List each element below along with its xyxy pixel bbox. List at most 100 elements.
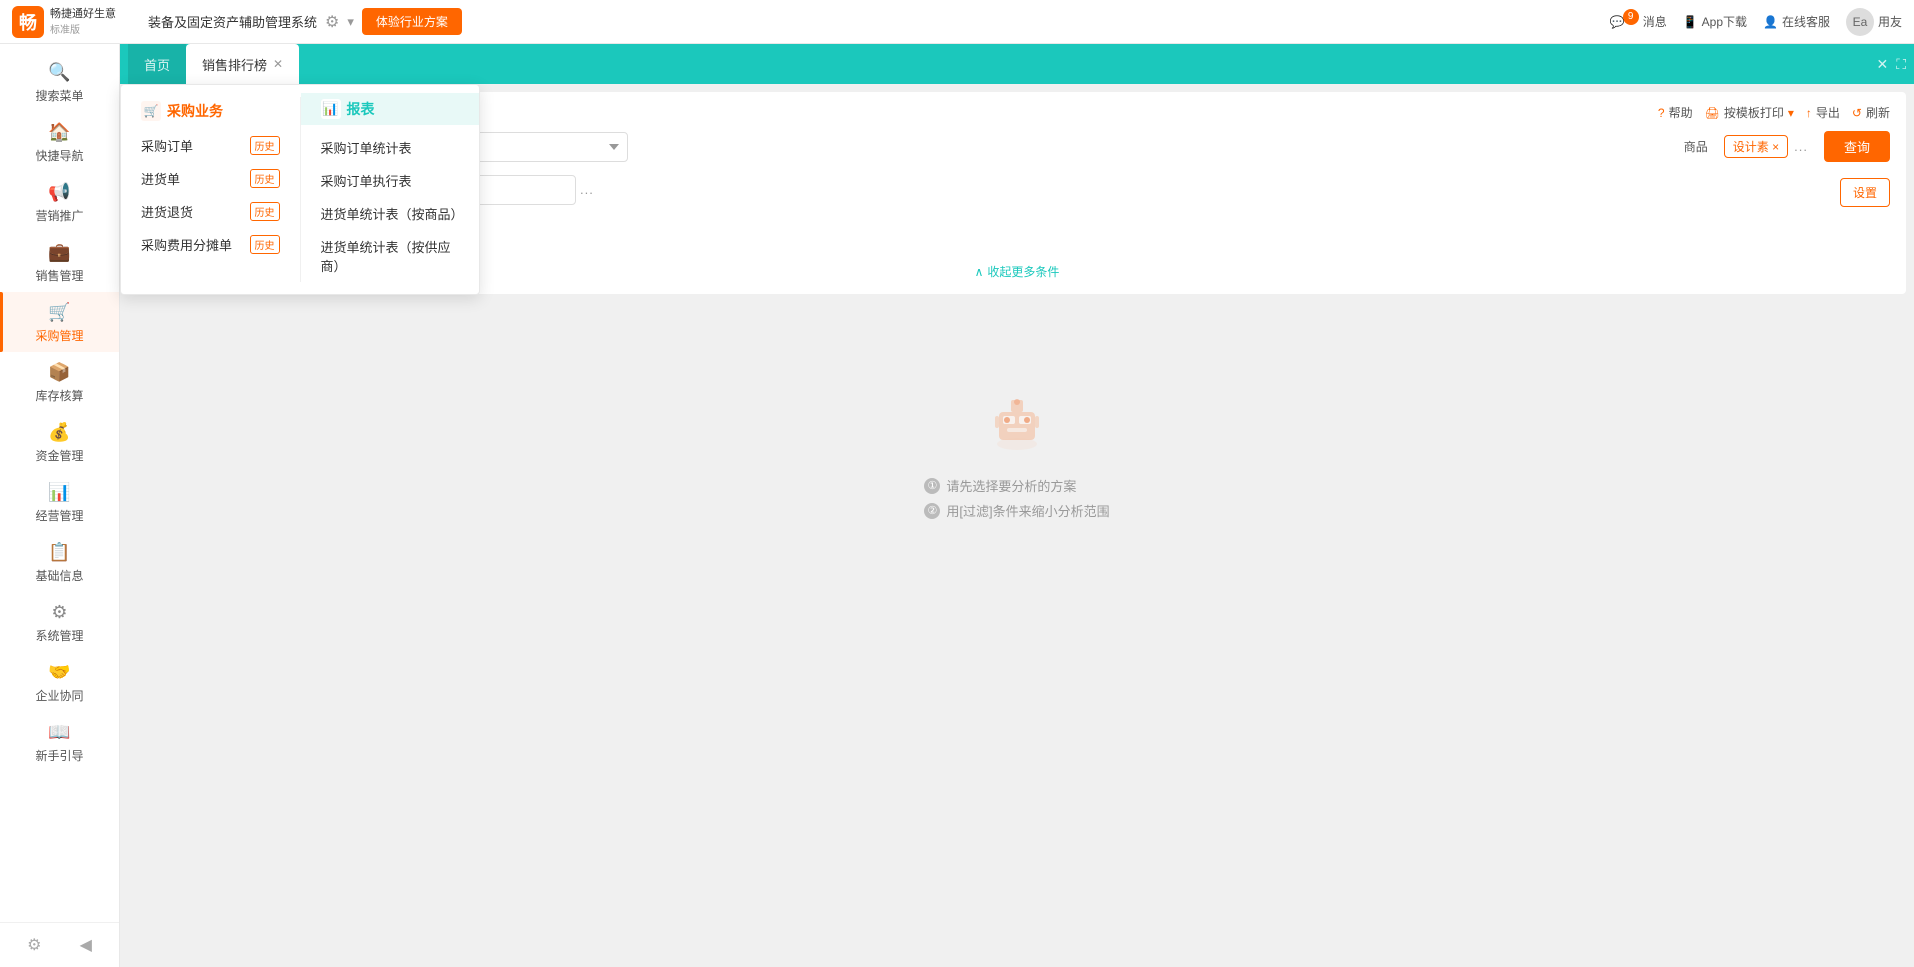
purchase-fee-history-tag: 历史 [250, 235, 280, 254]
topbar-dropdown-arrow[interactable]: ▾ [347, 14, 354, 30]
tab-controls: ✕ ⛶ [1876, 56, 1906, 73]
sidebar-label-operation: 经营管理 [35, 507, 83, 524]
goods-more-dots[interactable]: ... [1794, 139, 1808, 154]
sidebar-item-operation[interactable]: 📊 经营管理 [0, 472, 119, 532]
app-download-item[interactable]: 📱 App下载 [1683, 13, 1747, 30]
sidebar-bottom: ⚙ ◀ [0, 922, 119, 967]
salesperson-more-dots[interactable]: ... [580, 182, 594, 197]
purchase-section-header: 🛒 采购业务 [133, 97, 288, 129]
goods-label: 商品 [1684, 138, 1708, 155]
collapse-sidebar-icon[interactable]: ◀ [80, 935, 92, 955]
sidebar-item-quick-nav[interactable]: 🏠 快捷导航 [0, 112, 119, 172]
empty-tip-1: ① 请先选择要分析的方案 [924, 476, 1109, 495]
purchase-order-stats-label: 采购订单统计表 [321, 138, 412, 157]
purchase-icon: 🛒 [48, 302, 70, 323]
logo-sub: 标准版 [50, 21, 116, 36]
purchase-fee-label: 采购费用分摊单 [141, 235, 232, 254]
tab-close-window-icon[interactable]: ✕ [1876, 56, 1888, 73]
sidebar-item-system[interactable]: ⚙ 系统管理 [0, 592, 119, 652]
refresh-btn[interactable]: ↺ 刷新 [1852, 104, 1890, 121]
tab-expand-icon[interactable]: ⛶ [1896, 56, 1906, 73]
tab-home[interactable]: 首页 [128, 44, 186, 84]
purchase-menu-section: 🛒 采购业务 采购订单 历史 进货单 历史 进货退货 历史 采购费用分摊单 历史 [121, 97, 300, 282]
sidebar-label-purchase: 采购管理 [35, 327, 83, 344]
print-icon: 🖨 [1705, 106, 1720, 120]
sidebar-item-marketing[interactable]: 📢 营销推广 [0, 172, 119, 232]
app-label: App下载 [1702, 13, 1747, 30]
guide-icon: 📖 [48, 722, 70, 743]
menu-item-purchase-fee[interactable]: 采购费用分摊单 历史 [133, 228, 288, 261]
sidebar-item-purchase[interactable]: 🛒 采购管理 [0, 292, 119, 352]
menu-item-receive-stats-supplier[interactable]: 进货单统计表（按供应商） [313, 230, 468, 282]
system-title: 装备及固定资产辅助管理系统 [148, 12, 317, 31]
menu-item-purchase-order-exec[interactable]: 采购订单执行表 [313, 164, 468, 197]
purchase-order-exec-label: 采购订单执行表 [321, 171, 412, 190]
print-btn[interactable]: 🖨 按模板打印 ▾ [1705, 104, 1794, 121]
empty-icon [977, 384, 1057, 464]
empty-state: ① 请先选择要分析的方案 ② 用[过滤]条件来缩小分析范围 [120, 302, 1914, 602]
receive-stats-supplier-label: 进货单统计表（按供应商） [321, 237, 460, 275]
sidebar-item-base-info[interactable]: 📋 基础信息 [0, 532, 119, 592]
sidebar-item-capital[interactable]: 💰 资金管理 [0, 412, 119, 472]
menu-item-purchase-order[interactable]: 采购订单 历史 [133, 129, 288, 162]
sidebar-label-inventory: 库存核算 [35, 387, 83, 404]
sidebar-label-base-info: 基础信息 [35, 567, 83, 584]
service-icon: 👤 [1763, 15, 1778, 29]
logo-area: 畅 畅捷通好生意 标准版 [12, 6, 132, 38]
base-info-icon: 📋 [48, 542, 70, 563]
sidebar-label-enterprise: 企业协同 [35, 687, 83, 704]
purchase-return-label: 进货退货 [141, 202, 193, 221]
tab-close-icon[interactable]: ✕ [273, 57, 283, 71]
menu-item-purchase-order-stats[interactable]: 采购订单统计表 [313, 131, 468, 164]
query-button[interactable]: 查询 [1824, 131, 1890, 162]
export-icon: ↑ [1806, 106, 1812, 120]
menu-item-purchase-receive[interactable]: 进货单 历史 [133, 162, 288, 195]
menu-item-purchase-return[interactable]: 进货退货 历史 [133, 195, 288, 228]
sidebar-label-quick-nav: 快捷导航 [35, 147, 83, 164]
goods-tag[interactable]: 设计素 × [1724, 135, 1788, 158]
logo-icon: 畅 [12, 6, 44, 38]
sidebar-item-guide[interactable]: 📖 新手引导 [0, 712, 119, 772]
service-item[interactable]: 👤 在线客服 [1763, 13, 1830, 30]
purchase-receive-history-tag: 历史 [250, 169, 280, 188]
sidebar-label-sales: 销售管理 [35, 267, 83, 284]
settings-bottom-icon[interactable]: ⚙ [27, 935, 41, 955]
top-center: 装备及固定资产辅助管理系统 ⚙ ▾ 体验行业方案 [132, 8, 1610, 35]
sidebar-item-search[interactable]: 🔍 搜索菜单 [0, 52, 119, 112]
refresh-icon: ↺ [1852, 106, 1862, 120]
help-icon: ? [1658, 106, 1665, 120]
tab-sales-rank[interactable]: 销售排行榜 ✕ [186, 44, 299, 84]
sidebar-label-marketing: 营销推广 [35, 207, 83, 224]
empty-tips: ① 请先选择要分析的方案 ② 用[过滤]条件来缩小分析范围 [924, 476, 1109, 520]
collapse-button[interactable]: ∧ 收起更多条件 [975, 263, 1060, 280]
notification-item[interactable]: 💬 9 消息 [1610, 13, 1667, 30]
sidebar-item-sales[interactable]: 💼 销售管理 [0, 232, 119, 292]
message-label: 消息 [1643, 13, 1667, 30]
active-indicator [0, 292, 3, 352]
status-select-wrap [428, 132, 1668, 162]
phone-icon: 📱 [1683, 15, 1698, 29]
user-item[interactable]: Ea 用友 [1846, 8, 1902, 36]
menu-item-receive-stats-goods[interactable]: 进货单统计表（按商品） [313, 197, 468, 230]
user-label: 用友 [1878, 13, 1902, 30]
capital-icon: 💰 [48, 422, 70, 443]
tip2-num: ② [924, 503, 940, 519]
print-label: 按模板打印 [1724, 104, 1784, 121]
print-arrow: ▾ [1788, 106, 1794, 120]
purchase-order-label: 采购订单 [141, 136, 193, 155]
report-section-icon: 📊 [321, 99, 341, 119]
home-icon: 🏠 [48, 122, 70, 143]
top-right: 💬 9 消息 📱 App下载 👤 在线客服 Ea 用友 [1610, 8, 1902, 36]
trial-button[interactable]: 体验行业方案 [362, 8, 462, 35]
help-btn[interactable]: ? 帮助 [1658, 104, 1693, 121]
sidebar-item-enterprise[interactable]: 🤝 企业协同 [0, 652, 119, 712]
export-btn[interactable]: ↑ 导出 [1806, 104, 1840, 121]
dropdown-menu: 🛒 采购业务 采购订单 历史 进货单 历史 进货退货 历史 采购费用分摊单 历史… [120, 84, 480, 295]
tab-home-label: 首页 [144, 55, 170, 74]
topbar-settings-icon[interactable]: ⚙ [325, 12, 339, 32]
tab-sales-rank-label: 销售排行榜 [202, 55, 267, 74]
settings-button[interactable]: 设置 [1840, 178, 1890, 207]
search-icon: 🔍 [48, 62, 70, 83]
btn-group-right: 查询 [1824, 131, 1890, 162]
sidebar-item-inventory[interactable]: 📦 库存核算 [0, 352, 119, 412]
